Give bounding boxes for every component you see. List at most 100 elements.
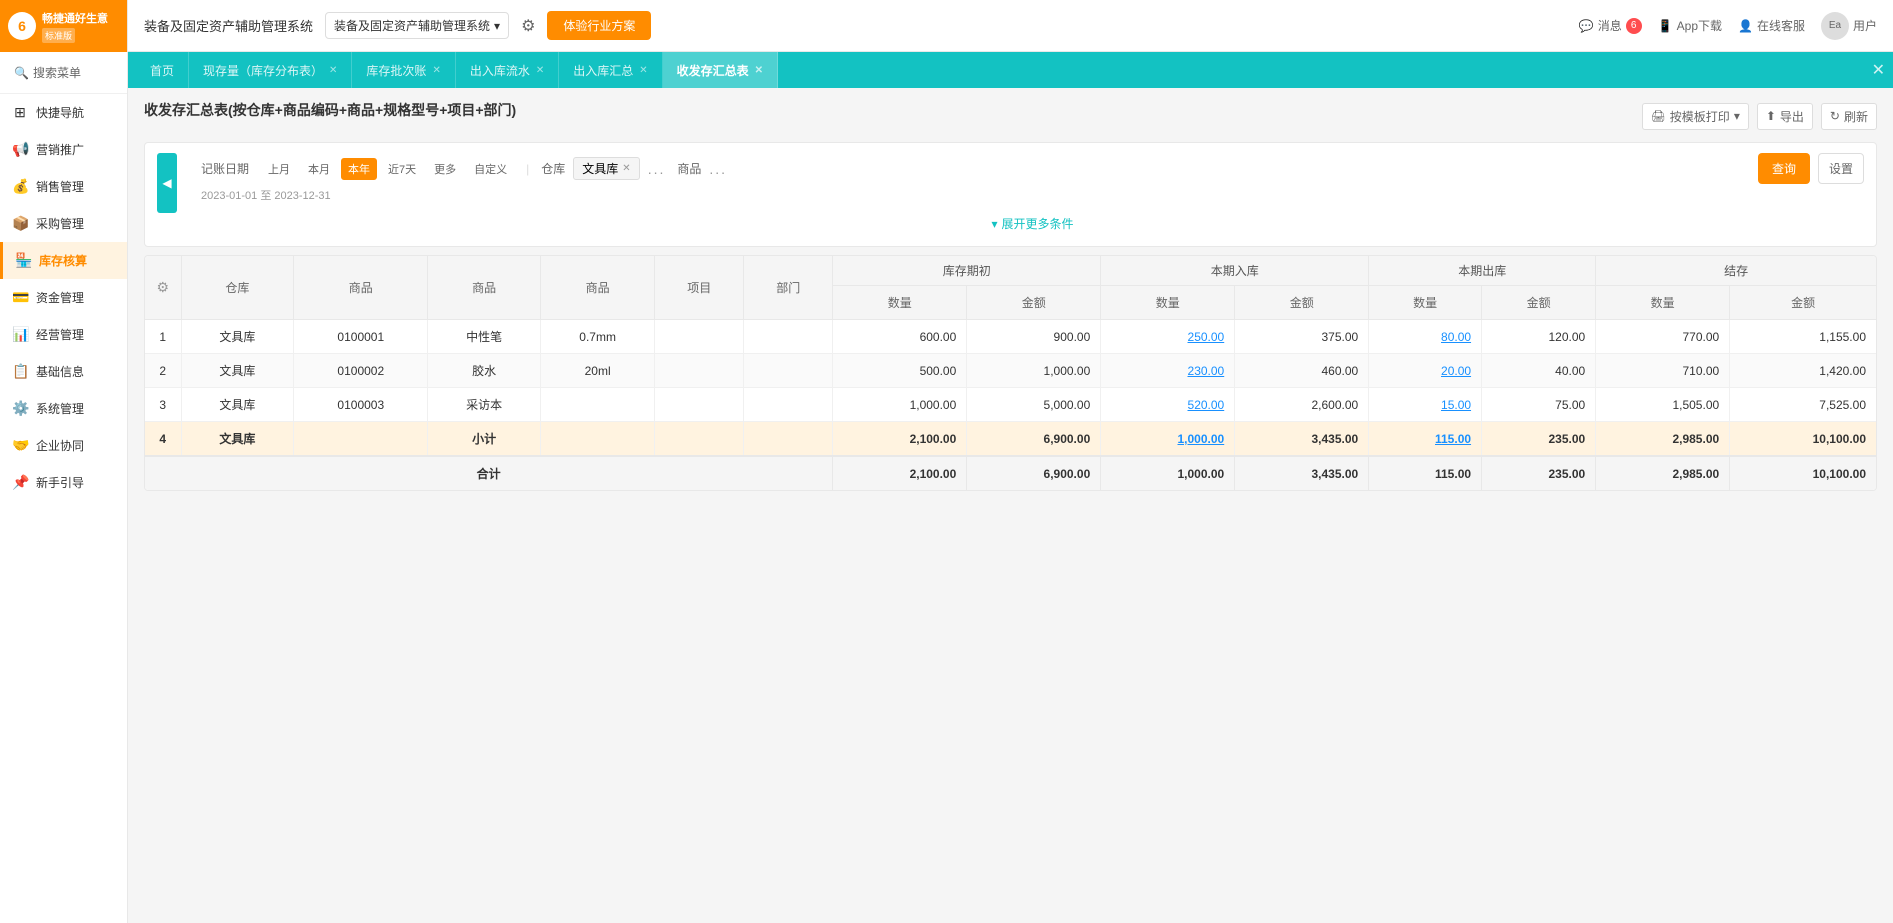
sidebar-item-collab[interactable]: 🤝 企业协同 [0, 427, 127, 464]
th-project: 项目 [655, 256, 744, 320]
table-cell: 文具库 [181, 422, 294, 457]
tab-batch[interactable]: 库存批次账 ✕ [352, 52, 455, 88]
sidebar-item-business[interactable]: 📊 经营管理 [0, 316, 127, 353]
column-settings-icon[interactable]: ⚙ [156, 279, 169, 295]
sidebar-item-finance[interactable]: 💳 资金管理 [0, 279, 127, 316]
table-footer: 合计 2,100.00 6,900.00 1,000.00 3,435.00 1… [145, 456, 1876, 490]
close-all-tabs-button[interactable]: ✕ [1872, 60, 1885, 80]
table-cell[interactable]: 20.00 [1369, 354, 1482, 388]
th-product-spec: 商品 [541, 256, 655, 320]
tab-inventory-dist[interactable]: 现存量（库存分布表） ✕ [189, 52, 352, 88]
warehouse-tag-close[interactable]: ✕ [622, 163, 630, 174]
table-cell [541, 388, 655, 422]
sidebar-item-system[interactable]: ⚙️ 系统管理 [0, 390, 127, 427]
search-menu-button[interactable]: 🔍 搜索菜单 [8, 60, 119, 85]
table-cell[interactable]: 15.00 [1369, 388, 1482, 422]
footer-end-amt: 10,100.00 [1730, 456, 1876, 490]
print-button[interactable]: 🖨 按模板打印 ▾ [1642, 103, 1749, 130]
th-group-opening: 库存期初 [833, 256, 1101, 286]
tab-close-batch[interactable]: ✕ [432, 65, 440, 76]
sales-icon: 💰 [12, 178, 28, 195]
logo-icon: 6 [8, 12, 36, 40]
table-footer-row: 合计 2,100.00 6,900.00 1,000.00 3,435.00 1… [145, 456, 1876, 490]
data-table: ⚙ 仓库 商品 商品 商品 项目 部门 库存期初 本期入库 本期出库 结存 [144, 255, 1877, 491]
footer-in-qty: 1,000.00 [1101, 456, 1235, 490]
app-download-button[interactable]: 📱 App下载 [1658, 17, 1722, 34]
tab-close-flow[interactable]: ✕ [536, 65, 544, 76]
tab-close-summary[interactable]: ✕ [639, 65, 647, 76]
table-cell[interactable]: 250.00 [1101, 320, 1235, 354]
sidebar-item-quick-nav[interactable]: ⊞ 快捷导航 [0, 94, 127, 131]
date-btn-last-month[interactable]: 上月 [261, 158, 297, 180]
table-cell[interactable]: 230.00 [1101, 354, 1235, 388]
sidebar-item-inventory[interactable]: 🏪 库存核算 [0, 242, 127, 279]
table-cell: 1,000.00 [967, 354, 1101, 388]
main-content: 装备及固定资产辅助管理系统 装备及固定资产辅助管理系统 ▾ ⚙ 体验行业方案 💬… [128, 0, 1893, 923]
footer-label: 合计 [145, 456, 833, 490]
try-button[interactable]: 体验行业方案 [547, 11, 651, 40]
settings-icon[interactable]: ⚙ [521, 16, 535, 36]
table-cell[interactable]: 80.00 [1369, 320, 1482, 354]
th-opening-qty: 数量 [833, 286, 967, 320]
message-button[interactable]: 💬 消息 6 [1579, 17, 1642, 34]
tab-summary[interactable]: 出入库汇总 ✕ [559, 52, 662, 88]
tab-flow[interactable]: 出入库流水 ✕ [456, 52, 559, 88]
sidebar-item-purchase[interactable]: 📦 采购管理 [0, 205, 127, 242]
table-cell: 采访本 [428, 388, 541, 422]
th-dept: 部门 [744, 256, 833, 320]
sidebar-item-marketing[interactable]: 📢 营销推广 [0, 131, 127, 168]
user-area[interactable]: Ea 用户 [1821, 12, 1877, 40]
sidebar-logo: 6 畅捷通好生意 标准版 [0, 0, 127, 52]
print-chevron-icon: ▾ [1734, 109, 1740, 123]
table-cell: 文具库 [181, 320, 294, 354]
table-cell[interactable]: 1,000.00 [1101, 422, 1235, 457]
logo-text: 畅捷通好生意 标准版 [42, 10, 108, 43]
date-btn-custom[interactable]: 自定义 [467, 158, 514, 180]
online-service-button[interactable]: 👤 在线客服 [1738, 17, 1805, 34]
query-button[interactable]: 查询 [1758, 153, 1810, 184]
warehouse-label: 仓库 [541, 160, 565, 177]
table-cell: 2,985.00 [1596, 422, 1730, 457]
date-btn-this-month[interactable]: 本月 [301, 158, 337, 180]
th-in-qty: 数量 [1101, 286, 1235, 320]
date-btn-more[interactable]: 更多 [427, 158, 463, 180]
date-btn-this-year[interactable]: 本年 [341, 158, 377, 180]
sidebar-item-basic[interactable]: 📋 基础信息 [0, 353, 127, 390]
refresh-button[interactable]: ↻ 刷新 [1821, 103, 1877, 130]
th-settings[interactable]: ⚙ [145, 256, 181, 320]
tab-close-recv-send[interactable]: ✕ [755, 65, 763, 76]
page-content: 收发存汇总表(按仓库+商品编码+商品+规格型号+项目+部门) 🖨 按模板打印 ▾… [128, 88, 1893, 923]
table-cell: 770.00 [1596, 320, 1730, 354]
warehouse-more-button[interactable]: ... [648, 161, 666, 177]
footer-out-amt: 235.00 [1482, 456, 1596, 490]
filter-collapse-button[interactable]: ◀ [157, 153, 177, 213]
message-badge: 6 [1626, 18, 1642, 34]
date-btn-7days[interactable]: 近7天 [381, 158, 423, 180]
table-cell: 小计 [428, 422, 541, 457]
table-cell: 40.00 [1482, 354, 1596, 388]
table-cell[interactable]: 115.00 [1369, 422, 1482, 457]
date-label: 记账日期 [201, 160, 249, 177]
date-range-display: 2023-01-01 至 2023-12-31 [201, 187, 1864, 203]
export-button[interactable]: ⬆ 导出 [1757, 103, 1813, 130]
export-icon: ⬆ [1766, 109, 1776, 123]
tab-close-inventory-dist[interactable]: ✕ [329, 65, 337, 76]
footer-opening-amt: 6,900.00 [967, 456, 1101, 490]
tabbar-end: ✕ [1872, 60, 1885, 80]
table-cell: 460.00 [1235, 354, 1369, 388]
sidebar-item-sales[interactable]: 💰 销售管理 [0, 168, 127, 205]
tab-home[interactable]: 首页 [136, 52, 189, 88]
filter-settings-button[interactable]: 设置 [1818, 153, 1864, 184]
service-icon: 👤 [1738, 19, 1753, 33]
sidebar-item-guide[interactable]: 📌 新手引导 [0, 464, 127, 501]
th-out-amt: 金额 [1482, 286, 1596, 320]
tab-recv-send[interactable]: 收发存汇总表 ✕ [663, 52, 778, 88]
th-end-qty: 数量 [1596, 286, 1730, 320]
table-row: 4文具库小计2,100.006,900.001,000.003,435.0011… [145, 422, 1876, 457]
table-cell: 1,155.00 [1730, 320, 1876, 354]
table-cell[interactable]: 520.00 [1101, 388, 1235, 422]
sidebar-search-area: 🔍 搜索菜单 [0, 52, 127, 94]
goods-more-button[interactable]: ... [709, 161, 727, 177]
system-selector[interactable]: 装备及固定资产辅助管理系统 ▾ [325, 12, 509, 39]
expand-more-conditions-button[interactable]: ▾ 展开更多条件 [983, 211, 1081, 236]
